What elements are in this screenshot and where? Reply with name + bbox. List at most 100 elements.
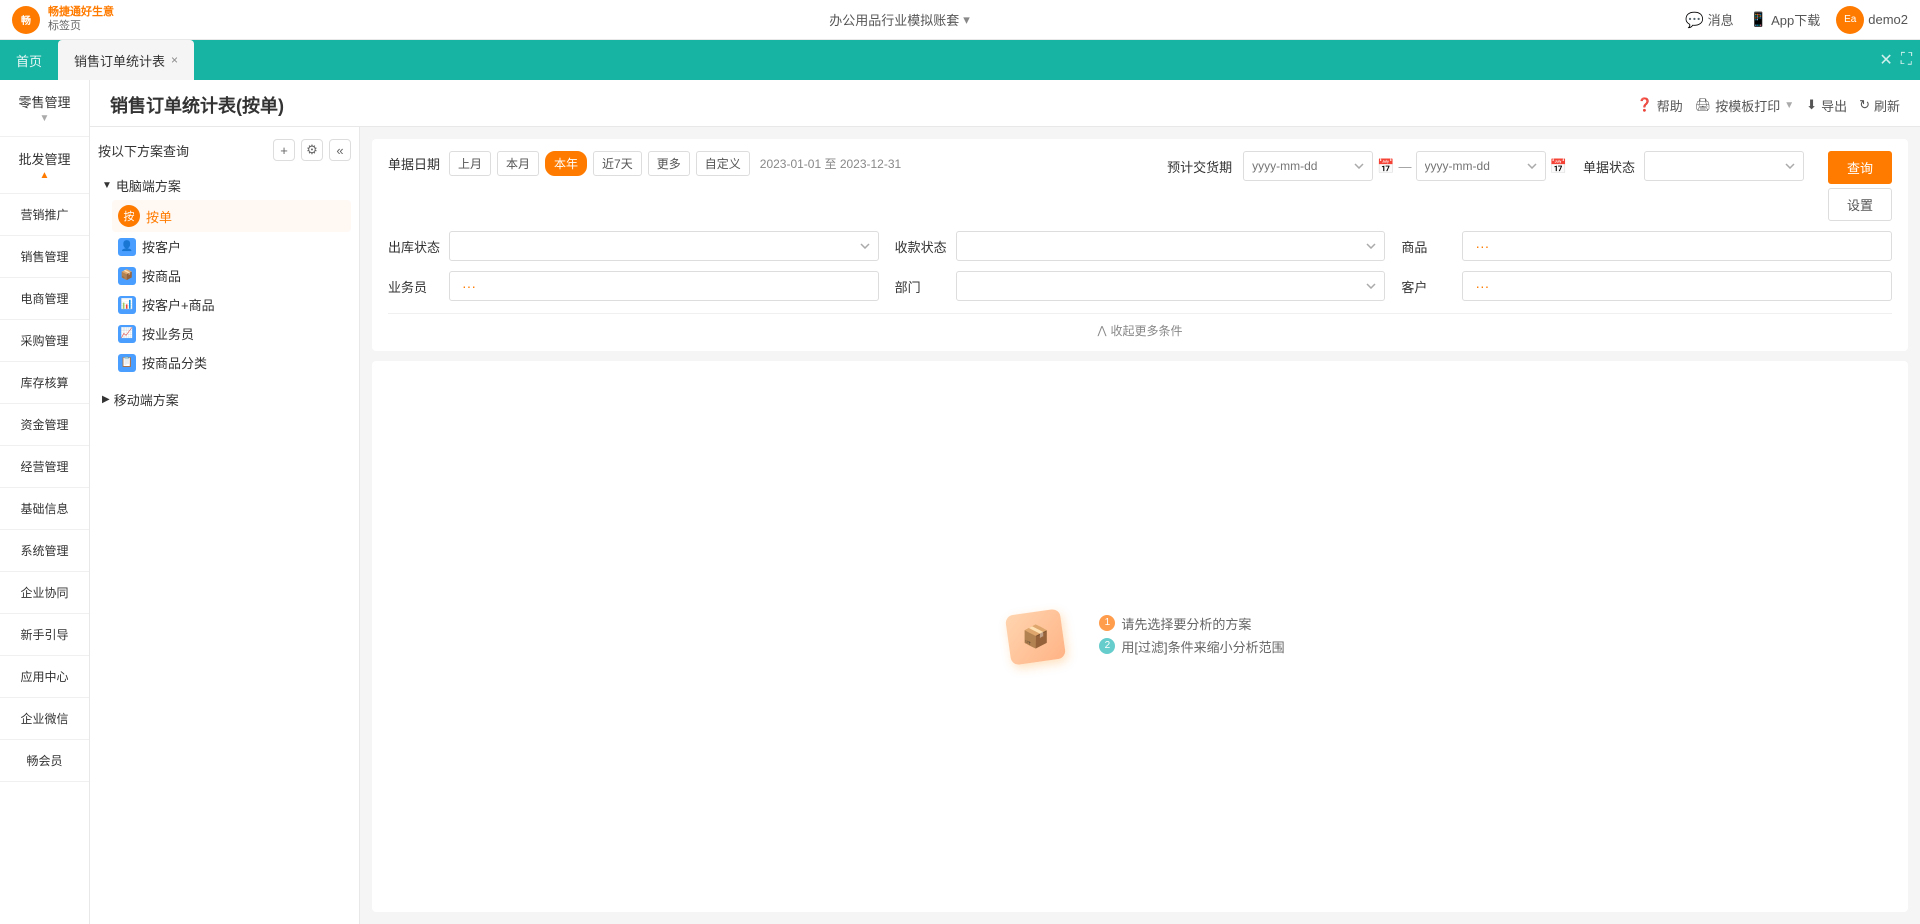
tabbar: 首页 销售订单统计表 × ✕ ⛶ xyxy=(0,40,1920,80)
department-label: 部门 xyxy=(895,277,950,296)
sidebar-item-retail[interactable]: 零售管理 ▼ xyxy=(0,80,89,137)
salesperson-input[interactable]: ··· xyxy=(449,271,879,301)
sidebar-item-operations[interactable]: 经营管理 xyxy=(0,446,89,488)
sidebar-item-member[interactable]: 畅会员 xyxy=(0,740,89,782)
settings-icon: ⚙ xyxy=(306,142,318,158)
help-icon: ❓ xyxy=(1637,97,1653,113)
scheme-settings-btn[interactable]: ⚙ xyxy=(301,139,323,161)
app-subtitle: 标签页 xyxy=(48,20,114,33)
goods-more-icon[interactable]: ··· xyxy=(1475,238,1489,254)
scheme-item-by-category[interactable]: 📋 按商品分类 xyxy=(112,348,351,377)
scheme-icon-customer: 👤 xyxy=(118,238,136,256)
app-download-btn[interactable]: 📱 App下载 xyxy=(1750,10,1821,29)
expected-date-end[interactable] xyxy=(1416,151,1546,181)
tree-parent-pc[interactable]: ▼ 电脑端方案 xyxy=(98,171,351,200)
body-area: 按以下方案查询 + ⚙ « ▼ 电脑端方案 按 xyxy=(90,127,1920,924)
scheme-item-by-customer[interactable]: 👤 按客户 xyxy=(112,232,351,261)
app-logo: 畅 xyxy=(12,6,40,34)
topbar-left: 畅 畅捷通好生意 标签页 xyxy=(12,6,114,34)
window-close-icon[interactable]: ✕ xyxy=(1879,50,1892,70)
date-range-label: 2023-01-01 至 2023-12-31 xyxy=(760,155,901,172)
scheme-item-by-customer-goods[interactable]: 📊 按客户+商品 xyxy=(112,290,351,319)
tree-expand-icon: ▼ xyxy=(102,180,112,191)
template-print-btn[interactable]: 🖨 按模板打印 ▼ xyxy=(1695,96,1794,115)
sidebar-item-system[interactable]: 系统管理 xyxy=(0,530,89,572)
sidebar-item-ecommerce[interactable]: 电商管理 xyxy=(0,278,89,320)
download-icon: 📱 xyxy=(1750,11,1767,28)
panel-header-label: 按以下方案查询 xyxy=(98,141,189,160)
settings-btn[interactable]: 设置 xyxy=(1828,188,1892,221)
scheme-item-by-salesperson[interactable]: 📈 按业务员 xyxy=(112,319,351,348)
page-title: 销售订单统计表(按单) xyxy=(110,92,284,118)
salesperson-label: 业务员 xyxy=(388,277,443,296)
department-select[interactable] xyxy=(956,271,1386,301)
sidebar-item-appcenter[interactable]: 应用中心 xyxy=(0,656,89,698)
sidebar-item-enterprise[interactable]: 企业协同 xyxy=(0,572,89,614)
help-btn[interactable]: ❓ 帮助 xyxy=(1637,96,1683,115)
customer-field: 客户 ··· xyxy=(1401,271,1892,301)
refresh-btn[interactable]: ↻ 刷新 xyxy=(1859,96,1900,115)
status-select[interactable] xyxy=(1644,151,1804,181)
collapse-panel-btn[interactable]: « xyxy=(329,139,351,161)
delivery-status-field: 出库状态 xyxy=(388,231,879,261)
sidebar-item-wholesale[interactable]: 批发管理 ▲ xyxy=(0,137,89,194)
tab-close-icon[interactable]: × xyxy=(171,53,178,67)
tabbar-right: ✕ ⛶ xyxy=(1879,50,1920,70)
calendar-start-icon[interactable]: 📅 xyxy=(1377,158,1394,175)
sidebar-item-sales-mgmt[interactable]: 销售管理 xyxy=(0,236,89,278)
customer-more-icon[interactable]: ··· xyxy=(1475,278,1489,294)
message-btn[interactable]: 💬 消息 xyxy=(1685,10,1734,29)
sidebar-item-corpwechat[interactable]: 企业微信 xyxy=(0,698,89,740)
scheme-icon-goods: 📦 xyxy=(118,267,136,285)
panel-header: 按以下方案查询 + ⚙ « xyxy=(98,139,351,161)
tab-sales-statistics[interactable]: 销售订单统计表 × xyxy=(58,40,194,80)
window-expand-icon[interactable]: ⛶ xyxy=(1901,51,1912,69)
search-btn[interactable]: 查询 xyxy=(1828,151,1892,184)
tab-home[interactable]: 首页 xyxy=(0,40,58,80)
expected-date-label: 预计交货期 xyxy=(1167,157,1237,176)
page-actions: ❓ 帮助 🖨 按模板打印 ▼ ⬇ 导出 ↻ 刷新 xyxy=(1637,96,1900,115)
print-icon: 🖨 xyxy=(1695,97,1712,113)
sidebar-item-newuser[interactable]: 新手引导 xyxy=(0,614,89,656)
user-menu[interactable]: Ea demo2 xyxy=(1836,6,1908,34)
scheme-item-by-goods[interactable]: 📦 按商品 xyxy=(112,261,351,290)
customer-input[interactable]: ··· xyxy=(1462,271,1892,301)
goods-input[interactable]: ··· xyxy=(1462,231,1892,261)
sidebar-item-marketing[interactable]: 营销推广 xyxy=(0,194,89,236)
main-layout: 零售管理 ▼ 批发管理 ▲ 营销推广 销售管理 电商管理 采购管理 库存核算 资… xyxy=(0,80,1920,924)
calendar-end-icon[interactable]: 📅 xyxy=(1550,158,1567,175)
hint-1: 1 请先选择要分析的方案 xyxy=(1099,614,1284,633)
suite-title: 办公用品行业模拟账套 xyxy=(829,10,959,29)
salesperson-more-icon[interactable]: ··· xyxy=(462,278,476,294)
sidebar-item-finance[interactable]: 资金管理 xyxy=(0,404,89,446)
delivery-status-label: 出库状态 xyxy=(388,237,443,256)
date-btn-last7days[interactable]: 近7天 xyxy=(593,151,642,176)
export-btn[interactable]: ⬇ 导出 xyxy=(1806,96,1847,115)
collapse-filters-btn[interactable]: ⋀ 收起更多条件 xyxy=(388,313,1892,339)
date-btn-custom[interactable]: 自定义 xyxy=(696,151,750,176)
scheme-item-by-order[interactable]: 按 按单 xyxy=(112,200,351,232)
add-scheme-btn[interactable]: + xyxy=(273,139,295,161)
status-label: 单据状态 xyxy=(1583,157,1638,176)
tree-collapse-icon: ▶ xyxy=(102,394,110,405)
date-btn-this-month[interactable]: 本月 xyxy=(497,151,539,176)
topbar: 畅 畅捷通好生意 标签页 办公用品行业模拟账套 ▾ 💬 消息 📱 App下载 E… xyxy=(0,0,1920,40)
username-label: demo2 xyxy=(1868,12,1908,27)
delivery-status-select[interactable] xyxy=(449,231,879,261)
message-icon: 💬 xyxy=(1685,11,1704,29)
sidebar-item-inventory[interactable]: 库存核算 xyxy=(0,362,89,404)
receipt-status-select[interactable] xyxy=(956,231,1386,261)
suite-dropdown-icon[interactable]: ▾ xyxy=(963,12,970,28)
topbar-center: 办公用品行业模拟账套 ▾ xyxy=(829,10,970,29)
expected-date-start[interactable] xyxy=(1243,151,1373,181)
sidebar-item-basic[interactable]: 基础信息 xyxy=(0,488,89,530)
sidebar-item-purchase[interactable]: 采购管理 xyxy=(0,320,89,362)
date-btn-last-month[interactable]: 上月 xyxy=(449,151,491,176)
tree-mobile-label: 移动端方案 xyxy=(114,390,179,409)
scheme-icon-cg: 📊 xyxy=(118,296,136,314)
date-btn-more[interactable]: 更多 xyxy=(648,151,690,176)
receipt-status-label: 收款状态 xyxy=(895,237,950,256)
tree-parent-mobile[interactable]: ▶ 移动端方案 xyxy=(98,385,351,414)
department-field: 部门 xyxy=(895,271,1386,301)
date-btn-this-year[interactable]: 本年 xyxy=(545,151,587,176)
